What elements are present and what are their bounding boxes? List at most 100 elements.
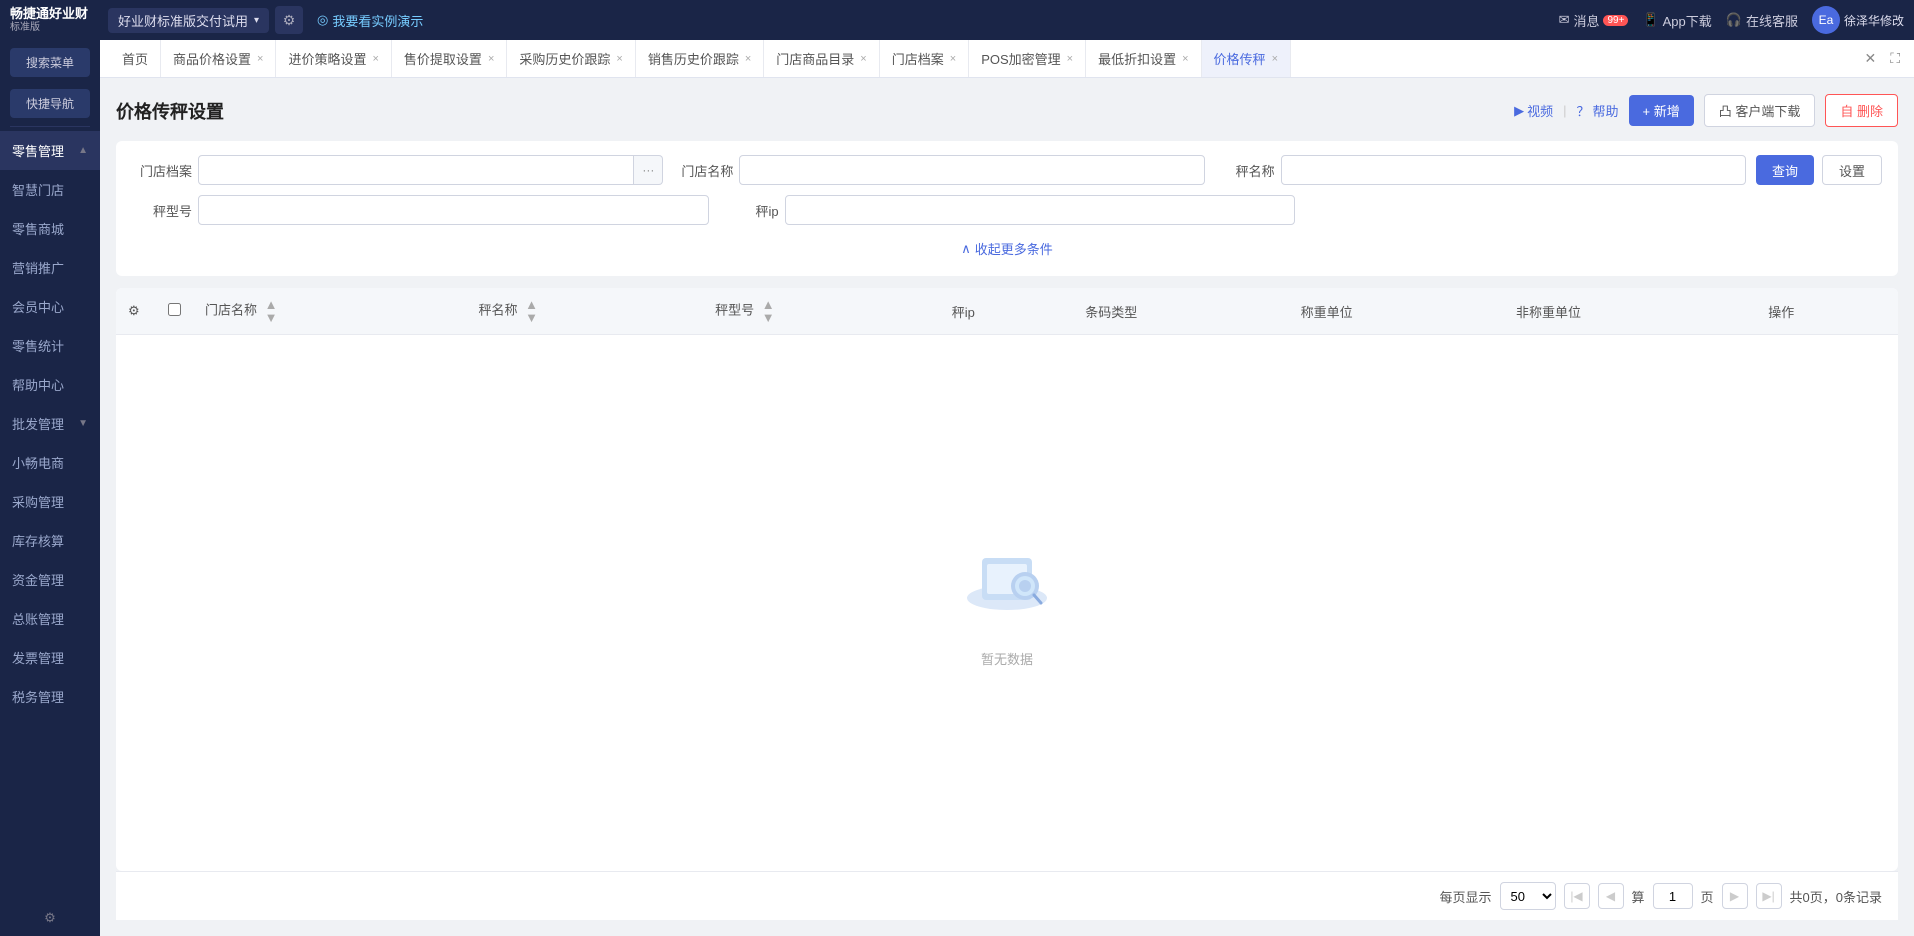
close-icon[interactable]: × (745, 53, 751, 65)
sidebar-item-member-center[interactable]: 会员中心 (0, 287, 100, 326)
collapse-label: 收起更多条件 (975, 239, 1053, 258)
next-page-button[interactable]: ▶ (1722, 883, 1748, 909)
store-name-input[interactable] (739, 155, 1204, 185)
scale-name-input[interactable] (1281, 155, 1746, 185)
collapse-button[interactable]: ∧ 收起更多条件 (132, 235, 1882, 262)
store-file-input[interactable] (198, 155, 634, 185)
close-icon[interactable]: × (616, 53, 622, 65)
tab-bar-end: ✕ ⛶ (1860, 48, 1904, 69)
sidebar-item-label: 营销推广 (12, 258, 64, 277)
tab-price-scale[interactable]: 价格传秤 × (1202, 40, 1291, 78)
sidebar-item-label: 发票管理 (12, 648, 64, 667)
demo-link[interactable]: ◎ 我要看实例演示 (317, 11, 423, 30)
filter-row-1: 门店档案 ··· 门店名称 秤名称 (132, 155, 1882, 185)
app-download-item[interactable]: 📱 App下载 (1642, 11, 1711, 30)
version-selector[interactable]: 好业财标准版交付试用 ▾ (108, 8, 269, 33)
tab-store-files[interactable]: 门店档案 × (880, 40, 969, 78)
close-icon[interactable]: × (1067, 53, 1073, 65)
close-icon[interactable]: × (1182, 53, 1188, 65)
close-icon[interactable]: × (257, 53, 263, 65)
sidebar-item-marketing[interactable]: 营销推广 (0, 248, 100, 287)
tab-sale-extract[interactable]: 售价提取设置 × (392, 40, 507, 78)
sort-icon: ▲▼ (762, 298, 775, 324)
delete-button[interactable]: 自 删除 (1825, 94, 1898, 127)
tab-purchase-history[interactable]: 采购历史价跟踪 × (507, 40, 635, 78)
tab-label: 价格传秤 (1214, 49, 1266, 68)
sidebar-item-smart-store[interactable]: 智慧门店 (0, 170, 100, 209)
sidebar-item-purchase[interactable]: 采购管理 (0, 482, 100, 521)
search-menu-button[interactable]: 搜索菜单 (10, 48, 90, 77)
sidebar-item-label: 零售管理 (12, 141, 64, 160)
add-button[interactable]: + 新增 (1629, 95, 1694, 126)
select-all-checkbox[interactable] (168, 303, 181, 316)
th-scale-model: 秤型号 ▲▼ (703, 288, 940, 335)
top-bar: 畅捷通好业财 标准版 好业财标准版交付试用 ▾ ⚙ ◎ 我要看实例演示 ✉ 消息… (0, 0, 1914, 40)
page-input[interactable] (1653, 883, 1693, 909)
sidebar-item-label: 会员中心 (12, 297, 64, 316)
expand-icon[interactable]: ⛶ (1886, 48, 1904, 69)
close-icon[interactable]: × (860, 53, 866, 65)
chevron-up-icon: ∧ (961, 241, 971, 257)
close-icon[interactable]: × (372, 53, 378, 65)
sidebar-item-retail-stats[interactable]: 零售统计 (0, 326, 100, 365)
app-logo: 畅捷通好业财 标准版 (10, 6, 100, 34)
scale-model-label: 秤型号 (132, 201, 192, 220)
sidebar-gear-icon[interactable]: ⚙ (0, 900, 100, 936)
arrow-up-icon: ▲ (78, 145, 88, 156)
sidebar-item-label: 总账管理 (12, 609, 64, 628)
sidebar-item-help-center[interactable]: 帮助中心 (0, 365, 100, 404)
message-label: 消息 (1573, 11, 1599, 30)
close-all-icon[interactable]: ✕ (1860, 48, 1880, 69)
tab-label: 首页 (122, 49, 148, 68)
filter-scale-name: 秤名称 (1215, 155, 1746, 185)
scale-ip-input[interactable] (785, 195, 1296, 225)
tab-purchase-strategy[interactable]: 进价策略设置 × (276, 40, 391, 78)
settings-icon[interactable]: ⚙ (275, 6, 303, 34)
sidebar-item-finance[interactable]: 资金管理 (0, 560, 100, 599)
first-page-button[interactable]: |◀ (1564, 883, 1590, 909)
sidebar-item-label: 税务管理 (12, 687, 64, 706)
online-service-item[interactable]: 🎧 在线客服 (1726, 11, 1798, 30)
table-settings-col[interactable]: ⚙ (116, 288, 156, 335)
message-item[interactable]: ✉ 消息 99+ (1559, 11, 1629, 30)
tab-store-catalog[interactable]: 门店商品目录 × (764, 40, 879, 78)
sidebar-item-wholesale[interactable]: 批发管理 ▼ (0, 404, 100, 443)
sidebar-item-retail-management[interactable]: 零售管理 ▲ (0, 131, 100, 170)
last-page-button[interactable]: ▶| (1756, 883, 1782, 909)
filter-store-name: 门店名称 (673, 155, 1204, 185)
tab-home[interactable]: 首页 (110, 40, 161, 78)
close-icon[interactable]: × (950, 53, 956, 65)
ellipsis-button[interactable]: ··· (634, 155, 663, 185)
prev-page-button[interactable]: ◀ (1598, 883, 1624, 909)
page-header-actions: ▶ 视频 | ？ 帮助 + 新增 凸 客户端下载 自 删除 (1514, 94, 1898, 127)
tab-label: 销售历史价跟踪 (648, 49, 739, 68)
tab-sales-history[interactable]: 销售历史价跟踪 × (636, 40, 764, 78)
tab-min-discount[interactable]: 最低折扣设置 × (1086, 40, 1201, 78)
sidebar-item-general-ledger[interactable]: 总账管理 (0, 599, 100, 638)
sidebar-item-retail-mall[interactable]: 零售商城 (0, 209, 100, 248)
tab-product-price[interactable]: 商品价格设置 × (161, 40, 276, 78)
scale-model-input[interactable] (198, 195, 709, 225)
close-icon[interactable]: × (488, 53, 494, 65)
tab-label: 售价提取设置 (404, 49, 482, 68)
close-icon[interactable]: × (1272, 53, 1278, 65)
sidebar-item-tax[interactable]: 税务管理 (0, 677, 100, 716)
quick-nav-button[interactable]: 快捷导航 (10, 89, 90, 118)
setting-button[interactable]: 设置 (1822, 155, 1882, 185)
help-link[interactable]: ？ 帮助 (1577, 101, 1619, 120)
query-button[interactable]: 查询 (1756, 155, 1814, 185)
table-container: ⚙ 门店名称 ▲▼ 秤名称 ▲▼ (116, 288, 1898, 871)
per-page-select[interactable]: 10 20 50 100 (1500, 882, 1556, 910)
sidebar-item-ecommerce[interactable]: 小畅电商 (0, 443, 100, 482)
download-button[interactable]: 凸 客户端下载 (1704, 94, 1816, 127)
tab-label: POS加密管理 (981, 49, 1060, 68)
tab-label: 门店档案 (892, 49, 944, 68)
data-table: ⚙ 门店名称 ▲▼ 秤名称 ▲▼ (116, 288, 1898, 335)
user-item[interactable]: Ea 徐泽华修改 (1812, 6, 1904, 34)
tab-pos-encrypt[interactable]: POS加密管理 × (969, 40, 1086, 78)
video-link[interactable]: ▶ 视频 (1514, 101, 1553, 120)
per-page-label: 每页显示 (1439, 887, 1491, 906)
sort-icon: ▲▼ (265, 298, 278, 324)
sidebar-item-invoice[interactable]: 发票管理 (0, 638, 100, 677)
sidebar-item-inventory[interactable]: 库存核算 (0, 521, 100, 560)
